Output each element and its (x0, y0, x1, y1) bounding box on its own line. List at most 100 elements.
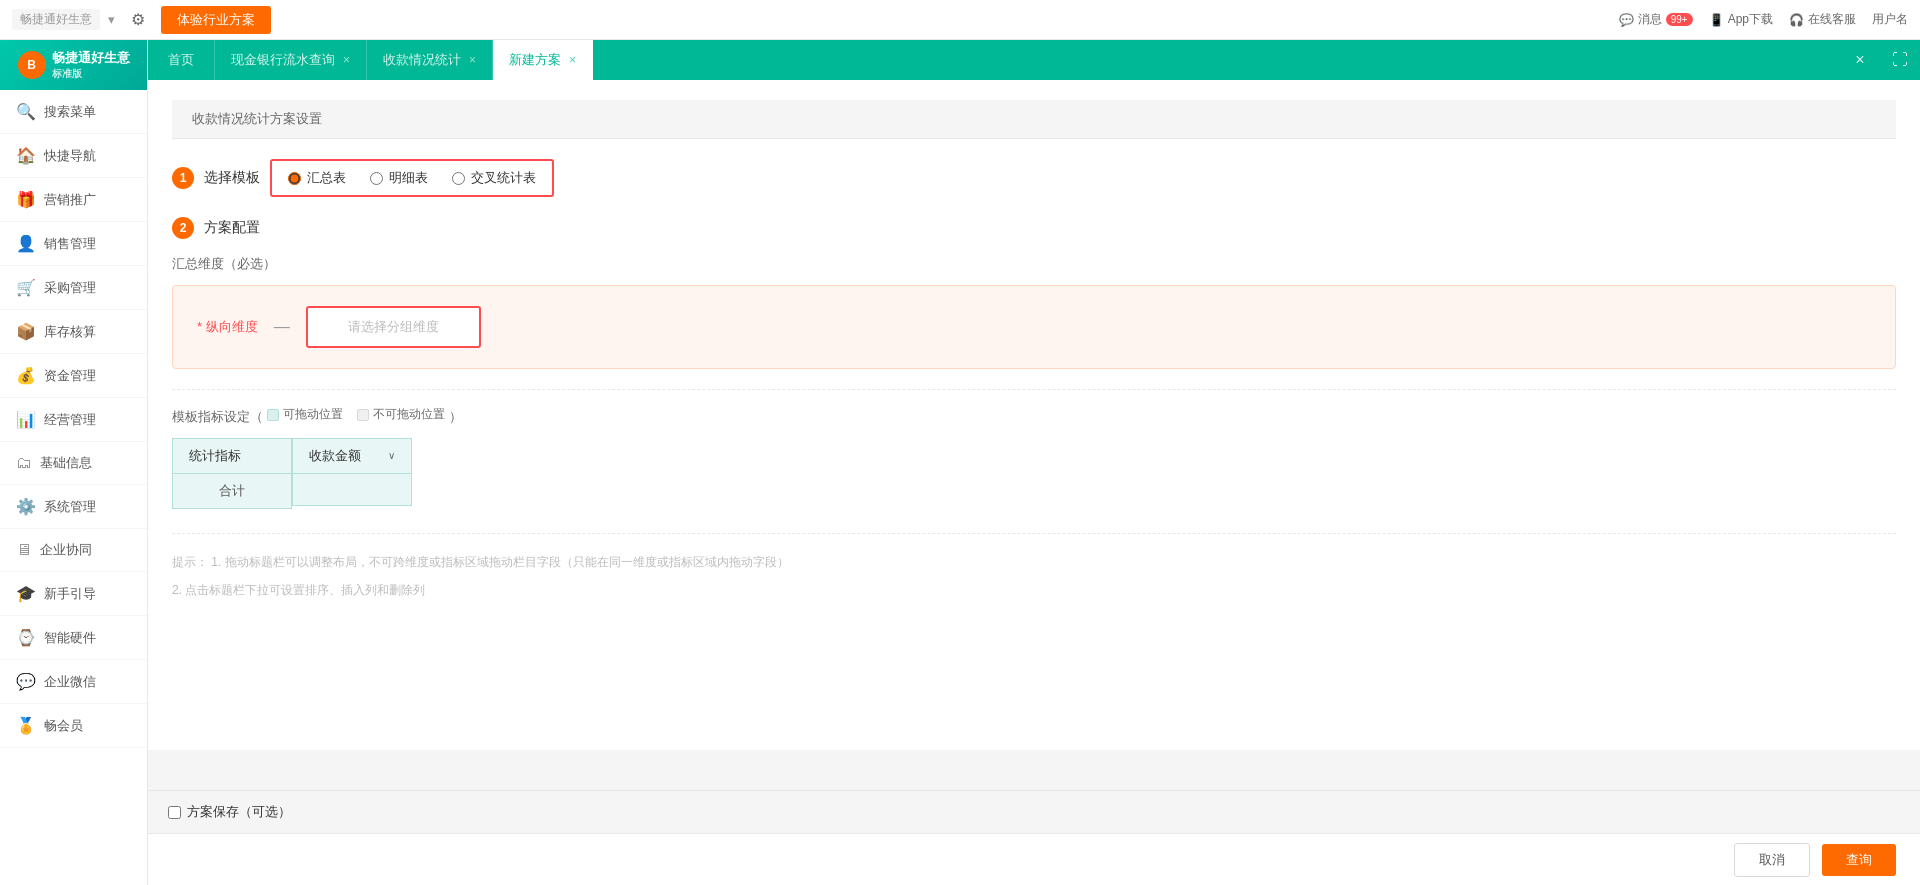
sidebar-item-newbie[interactable]: 🎓 新手引导 (0, 572, 147, 616)
sidebar-item-system[interactable]: ⚙️ 系统管理 (0, 485, 147, 529)
step1-number: 1 (172, 167, 194, 189)
save-checkbox-label[interactable]: 方案保存（可选） (168, 803, 291, 821)
radio-summary-label: 汇总表 (307, 169, 346, 187)
member-icon: 🏅 (16, 716, 36, 735)
tab-collection-close[interactable]: × (469, 53, 476, 67)
save-label: 方案保存（可选） (187, 803, 291, 821)
tab-home[interactable]: 首页 (148, 40, 215, 80)
sidebar-item-label: 资金管理 (44, 367, 96, 385)
tab-home-label: 首页 (168, 51, 194, 69)
metrics-stat-header: 统计指标 (172, 438, 292, 474)
dimension-input-area: * 纵向维度 — 请选择分组维度 (172, 285, 1896, 369)
watch-icon: ⌚ (16, 628, 36, 647)
radio-detail-input[interactable] (370, 172, 383, 185)
metrics-title: 模板指标设定（ 可拖动位置 不可拖动位置 (172, 406, 462, 426)
tips-item-2: 2. 点击标题栏下拉可设置排序、插入列和删除列 (172, 578, 1896, 602)
page-title: 收款情况统计方案设置 (172, 100, 1896, 139)
sidebar-item-purchase[interactable]: 🛒 采购管理 (0, 266, 147, 310)
page-content: 收款情况统计方案设置 1 选择模板 汇总表 (148, 80, 1920, 790)
sidebar-item-finance[interactable]: 💰 资金管理 (0, 354, 147, 398)
chart-icon: 📊 (16, 410, 36, 429)
user-name: 用户名 (1872, 11, 1908, 28)
sidebar-item-operations[interactable]: 📊 经营管理 (0, 398, 147, 442)
sidebar-item-search[interactable]: 🔍 搜索菜单 (0, 90, 147, 134)
sidebar-item-label: 畅会员 (44, 717, 83, 735)
sidebar-item-marketing[interactable]: 🎁 营销推广 (0, 178, 147, 222)
movable-dot (267, 409, 279, 421)
message-label: 消息 (1638, 11, 1662, 28)
top-header: 畅捷通好生意 ▾ ⚙ 体验行业方案 💬 消息 99+ 📱 App下载 🎧 在线客… (0, 0, 1920, 40)
sidebar-item-sales[interactable]: 👤 销售管理 (0, 222, 147, 266)
metrics-grid: 统计指标 合计 收款金额 ∨ (172, 438, 1896, 509)
message-icon: 💬 (1619, 13, 1634, 27)
window-close-btn[interactable]: × (1840, 40, 1880, 80)
sidebar-item-label: 系统管理 (44, 498, 96, 516)
radio-cross-input[interactable] (452, 172, 465, 185)
dimension-placeholder[interactable]: 请选择分组维度 (306, 306, 481, 348)
tab-cashflow-close[interactable]: × (343, 53, 350, 67)
step1-title: 选择模板 (204, 169, 260, 187)
cancel-button[interactable]: 取消 (1734, 843, 1810, 877)
step2-section: 2 方案配置 汇总维度（必选） * 纵向维度 — 请选择分组维度 (172, 217, 1896, 602)
money-icon: 💰 (16, 366, 36, 385)
sidebar-item-label: 快捷导航 (44, 147, 96, 165)
online-service-action[interactable]: 🎧 在线客服 (1789, 11, 1856, 28)
radio-detail[interactable]: 明细表 (370, 169, 428, 187)
tab-new-plan-close[interactable]: × (569, 53, 576, 67)
radio-detail-label: 明细表 (389, 169, 428, 187)
radio-summary-input[interactable] (288, 172, 301, 185)
wechat-icon: 💬 (16, 672, 36, 691)
radio-summary[interactable]: 汇总表 (288, 169, 346, 187)
sidebar-item-label: 销售管理 (44, 235, 96, 253)
window-expand-btn[interactable]: ⛶ (1880, 40, 1920, 80)
sidebar-item-label: 营销推广 (44, 191, 96, 209)
person-icon: 👤 (16, 234, 36, 253)
sidebar-item-member[interactable]: 🏅 畅会员 (0, 704, 147, 748)
tips-title: 提示： 1. 拖动标题栏可以调整布局，不可跨维度或指标区域拖动栏目字段（只能在同… (172, 550, 1896, 574)
download-icon: 📱 (1709, 13, 1724, 27)
metrics-section: 模板指标设定（ 可拖动位置 不可拖动位置 (172, 389, 1896, 509)
breadcrumb-dropdown[interactable]: ▾ (108, 12, 115, 27)
radio-cross[interactable]: 交叉统计表 (452, 169, 536, 187)
stat-header-label: 统计指标 (189, 447, 241, 465)
sidebar-logo: B 畅捷通好生意 标准版 (0, 40, 147, 90)
settings-container: 收款情况统计方案设置 1 选择模板 汇总表 (148, 80, 1920, 750)
folder-icon: 🗂 (16, 454, 32, 472)
unmovable-label: 不可拖动位置 (373, 406, 445, 423)
logo-sub-text: 标准版 (52, 67, 130, 81)
metrics-col-amount: 收款金额 ∨ (292, 438, 412, 509)
step2-title: 方案配置 (204, 219, 260, 237)
trial-button[interactable]: 体验行业方案 (161, 6, 271, 34)
settings-icon: ⚙️ (16, 497, 36, 516)
breadcrumb: 畅捷通好生意 (12, 9, 100, 30)
message-action[interactable]: 💬 消息 99+ (1619, 11, 1693, 28)
app-download-action[interactable]: 📱 App下载 (1709, 11, 1773, 28)
service-icon: 🎧 (1789, 13, 1804, 27)
logo-text-area: 畅捷通好生意 标准版 (52, 49, 130, 81)
tab-collection-stats[interactable]: 收款情况统计 × (367, 40, 493, 80)
tab-new-plan[interactable]: 新建方案 × (493, 40, 593, 80)
col-dropdown-icon[interactable]: ∨ (388, 450, 395, 461)
message-badge: 99+ (1666, 13, 1693, 26)
sidebar-item-inventory[interactable]: 📦 库存核算 (0, 310, 147, 354)
tab-new-plan-label: 新建方案 (509, 51, 561, 69)
header-right: 💬 消息 99+ 📱 App下载 🎧 在线客服 用户名 (1619, 11, 1908, 28)
save-checkbox-input[interactable] (168, 806, 181, 819)
metrics-separator (346, 409, 353, 424)
unmovable-dot (357, 409, 369, 421)
guide-icon: 🎓 (16, 584, 36, 603)
metrics-amount-header[interactable]: 收款金额 ∨ (292, 438, 412, 474)
tab-bar-end: × ⛶ (1840, 40, 1920, 80)
dimension-row-label: * 纵向维度 (197, 318, 258, 336)
sidebar-item-quicknav[interactable]: 🏠 快捷导航 (0, 134, 147, 178)
sidebar-item-wechat[interactable]: 💬 企业微信 (0, 660, 147, 704)
query-button[interactable]: 查询 (1822, 844, 1896, 876)
tab-bar: 首页 现金银行流水查询 × 收款情况统计 × 新建方案 × × ⛶ (148, 40, 1920, 80)
sidebar-item-basic-info[interactable]: 🗂 基础信息 (0, 442, 147, 485)
sidebar-item-hardware[interactable]: ⌚ 智能硬件 (0, 616, 147, 660)
tab-cashflow[interactable]: 现金银行流水查询 × (215, 40, 367, 80)
sidebar-item-label: 经营管理 (44, 411, 96, 429)
gear-icon[interactable]: ⚙ (131, 10, 145, 29)
sidebar-item-enterprise[interactable]: 🖥 企业协同 (0, 529, 147, 572)
content-area: 首页 现金银行流水查询 × 收款情况统计 × 新建方案 × × ⛶ (148, 40, 1920, 885)
